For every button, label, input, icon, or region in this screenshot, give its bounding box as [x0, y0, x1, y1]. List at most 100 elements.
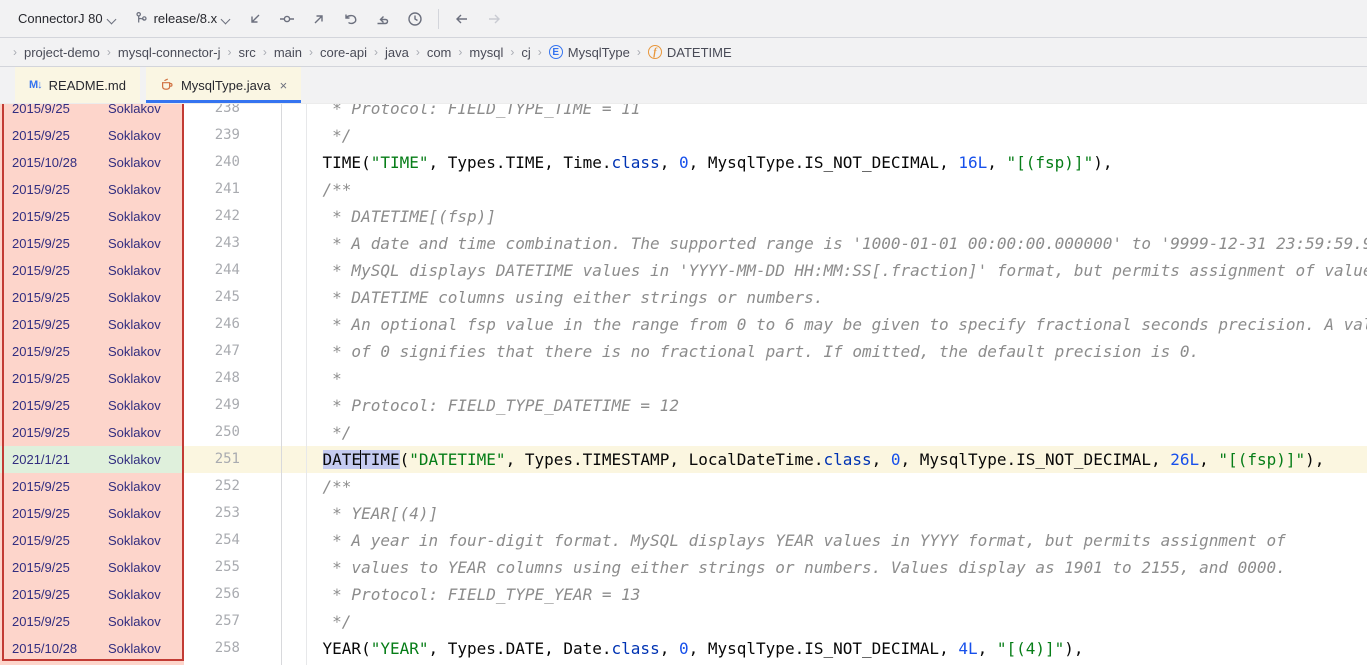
blame-annotation[interactable]: 2015/9/25 Soklakov — [0, 392, 184, 419]
project-selector[interactable]: ConnectorJ 80 — [10, 7, 124, 30]
breadcrumb-item-mysql[interactable]: mysql — [469, 45, 503, 60]
blame-annotation[interactable]: 2021/1/21 Soklakov — [0, 446, 184, 473]
blame-annotation[interactable]: 2015/9/25 Soklakov — [0, 230, 184, 257]
code-line[interactable]: * Protocol: FIELD_TYPE_DATETIME = 12 — [284, 392, 679, 419]
blame-annotation[interactable]: 2015/9/25 Soklakov — [0, 419, 184, 446]
code-line[interactable]: * values to YEAR columns using either st… — [284, 554, 1286, 581]
commit-icon[interactable] — [272, 5, 302, 33]
blame-date: 2015/9/25 — [12, 533, 70, 548]
breadcrumb-item-MysqlType[interactable]: E MysqlType — [548, 45, 630, 60]
back-icon[interactable] — [447, 5, 477, 33]
blame-annotation[interactable]: 2015/9/25 Soklakov — [0, 581, 184, 608]
line-number[interactable]: 256 — [184, 581, 240, 608]
code-line[interactable]: * YEAR[(4)] — [284, 500, 438, 527]
blame-annotation[interactable]: 2015/10/28 Soklakov — [0, 149, 184, 176]
tab-README.md[interactable]: M↓ README.md — [15, 67, 140, 103]
blame-author: Soklakov — [108, 641, 161, 656]
branch-selector[interactable]: release/8.x — [126, 7, 239, 30]
line-number[interactable]: 257 — [184, 608, 240, 635]
line-number[interactable]: 251 — [184, 446, 240, 473]
breadcrumb-item-main[interactable]: main — [274, 45, 302, 60]
code-editor[interactable]: 2015/9/25 Soklakov 238 * Protocol: FIELD_T… — [0, 104, 1367, 665]
java-icon — [160, 77, 174, 94]
blame-annotation[interactable]: 2015/10/28 Soklakov — [0, 635, 184, 662]
code-line[interactable]: * DATETIME columns using either strings … — [284, 284, 823, 311]
blame-author: Soklakov — [108, 263, 161, 278]
code-line[interactable]: * MySQL displays DATETIME values in 'YYY… — [284, 257, 1367, 284]
line-number[interactable]: 242 — [184, 203, 240, 230]
code-line[interactable]: /** — [284, 473, 352, 500]
push-icon[interactable] — [304, 5, 334, 33]
blame-annotation[interactable]: 2015/9/25 Soklakov — [0, 527, 184, 554]
line-number[interactable]: 253 — [184, 500, 240, 527]
code-line[interactable]: * Protocol: FIELD_TYPE_TIME = 11 — [284, 104, 640, 122]
blame-annotation[interactable]: 2015/9/25 Soklakov — [0, 365, 184, 392]
breadcrumb-item-java[interactable]: java — [385, 45, 409, 60]
line-number[interactable]: 247 — [184, 338, 240, 365]
line-number[interactable]: 240 — [184, 149, 240, 176]
code-line[interactable]: * — [284, 365, 342, 392]
update-project-icon[interactable] — [240, 5, 270, 33]
blame-annotation[interactable]: 2015/9/25 Soklakov — [0, 608, 184, 635]
line-number[interactable]: 241 — [184, 176, 240, 203]
undo-icon[interactable] — [336, 5, 366, 33]
code-line[interactable]: * Protocol: FIELD_TYPE_YEAR = 13 — [284, 581, 640, 608]
enum-icon: E — [548, 45, 563, 59]
line-number[interactable]: 245 — [184, 284, 240, 311]
code-line[interactable]: * of 0 signifies that there is no fracti… — [284, 338, 1199, 365]
line-number[interactable]: 244 — [184, 257, 240, 284]
code-line[interactable]: * A date and time combination. The suppo… — [284, 230, 1367, 257]
line-number[interactable]: 239 — [184, 122, 240, 149]
code-line[interactable]: /** — [284, 176, 352, 203]
line-number[interactable]: 252 — [184, 473, 240, 500]
code-line[interactable]: TIME("TIME", Types.TIME, Time.class, 0, … — [284, 149, 1113, 176]
breadcrumb-separator: › — [13, 45, 17, 59]
blame-annotation[interactable]: 2015/9/25 Soklakov — [0, 311, 184, 338]
breadcrumb-item-DATETIME[interactable]: f DATETIME — [647, 45, 732, 60]
line-number[interactable]: 254 — [184, 527, 240, 554]
breadcrumb-item-com[interactable]: com — [427, 45, 452, 60]
editor-row: 2015/9/25 Soklakov 238 * Protocol: FIELD_T… — [0, 104, 1367, 122]
line-number[interactable]: 238 — [184, 104, 240, 122]
line-number[interactable]: 249 — [184, 392, 240, 419]
editor-row: 2015/9/25 Soklakov 243 * A date and time c… — [0, 230, 1367, 257]
code-line[interactable]: */ — [284, 608, 351, 635]
close-icon[interactable]: × — [280, 78, 288, 93]
blame-annotation[interactable]: 2015/9/25 Soklakov — [0, 554, 184, 581]
breadcrumb-item-core-api[interactable]: core-api — [320, 45, 367, 60]
code-line[interactable]: DATETIME("DATETIME", Types.TIMESTAMP, Lo… — [284, 446, 1324, 473]
blame-annotation[interactable]: 2015/9/25 Soklakov — [0, 284, 184, 311]
breadcrumb-item-cj[interactable]: cj — [521, 45, 530, 60]
blame-annotation[interactable]: 2015/9/25 Soklakov — [0, 257, 184, 284]
line-number[interactable]: 248 — [184, 365, 240, 392]
code-line[interactable]: */ — [284, 122, 351, 149]
blame-author: Soklakov — [108, 587, 161, 602]
line-number[interactable]: 246 — [184, 311, 240, 338]
blame-annotation[interactable]: 2015/9/25 Soklakov — [0, 176, 184, 203]
blame-annotation[interactable]: 2015/9/25 Soklakov — [0, 338, 184, 365]
blame-annotation[interactable]: 2015/9/25 Soklakov — [0, 104, 184, 122]
code-line[interactable]: * DATETIME[(fsp)] — [284, 203, 496, 230]
line-number[interactable]: 250 — [184, 419, 240, 446]
breadcrumb-separator: › — [510, 45, 515, 59]
editor-row: 2015/10/28 Soklakov 258 YEAR("YEAR", Types… — [0, 635, 1367, 662]
blame-author: Soklakov — [108, 533, 161, 548]
breadcrumb-item-src[interactable]: src — [238, 45, 255, 60]
blame-annotation[interactable]: 2015/9/25 Soklakov — [0, 500, 184, 527]
blame-annotation[interactable]: 2015/9/25 Soklakov — [0, 203, 184, 230]
code-line[interactable]: YEAR("YEAR", Types.DATE, Date.class, 0, … — [284, 635, 1084, 662]
line-number[interactable]: 243 — [184, 230, 240, 257]
breadcrumb-item-project-demo[interactable]: project-demo — [24, 45, 100, 60]
blame-annotation[interactable]: 2015/9/25 Soklakov — [0, 122, 184, 149]
code-line[interactable]: * A year in four-digit format. MySQL dis… — [284, 527, 1286, 554]
code-line[interactable]: * An optional fsp value in the range fro… — [284, 311, 1367, 338]
line-number[interactable]: 255 — [184, 554, 240, 581]
blame-annotation[interactable]: 2015/9/25 Soklakov — [0, 473, 184, 500]
line-number[interactable]: 258 — [184, 635, 240, 662]
breadcrumb-item-mysql-connector-j[interactable]: mysql-connector-j — [118, 45, 221, 60]
code-line[interactable]: */ — [284, 419, 351, 446]
history-icon[interactable] — [400, 5, 430, 33]
editor-row: 2015/10/28 Soklakov 240 TIME("TIME", Types… — [0, 149, 1367, 176]
rollback-icon[interactable] — [368, 5, 398, 33]
tab-MysqlType.java[interactable]: MysqlType.java × — [145, 67, 302, 103]
